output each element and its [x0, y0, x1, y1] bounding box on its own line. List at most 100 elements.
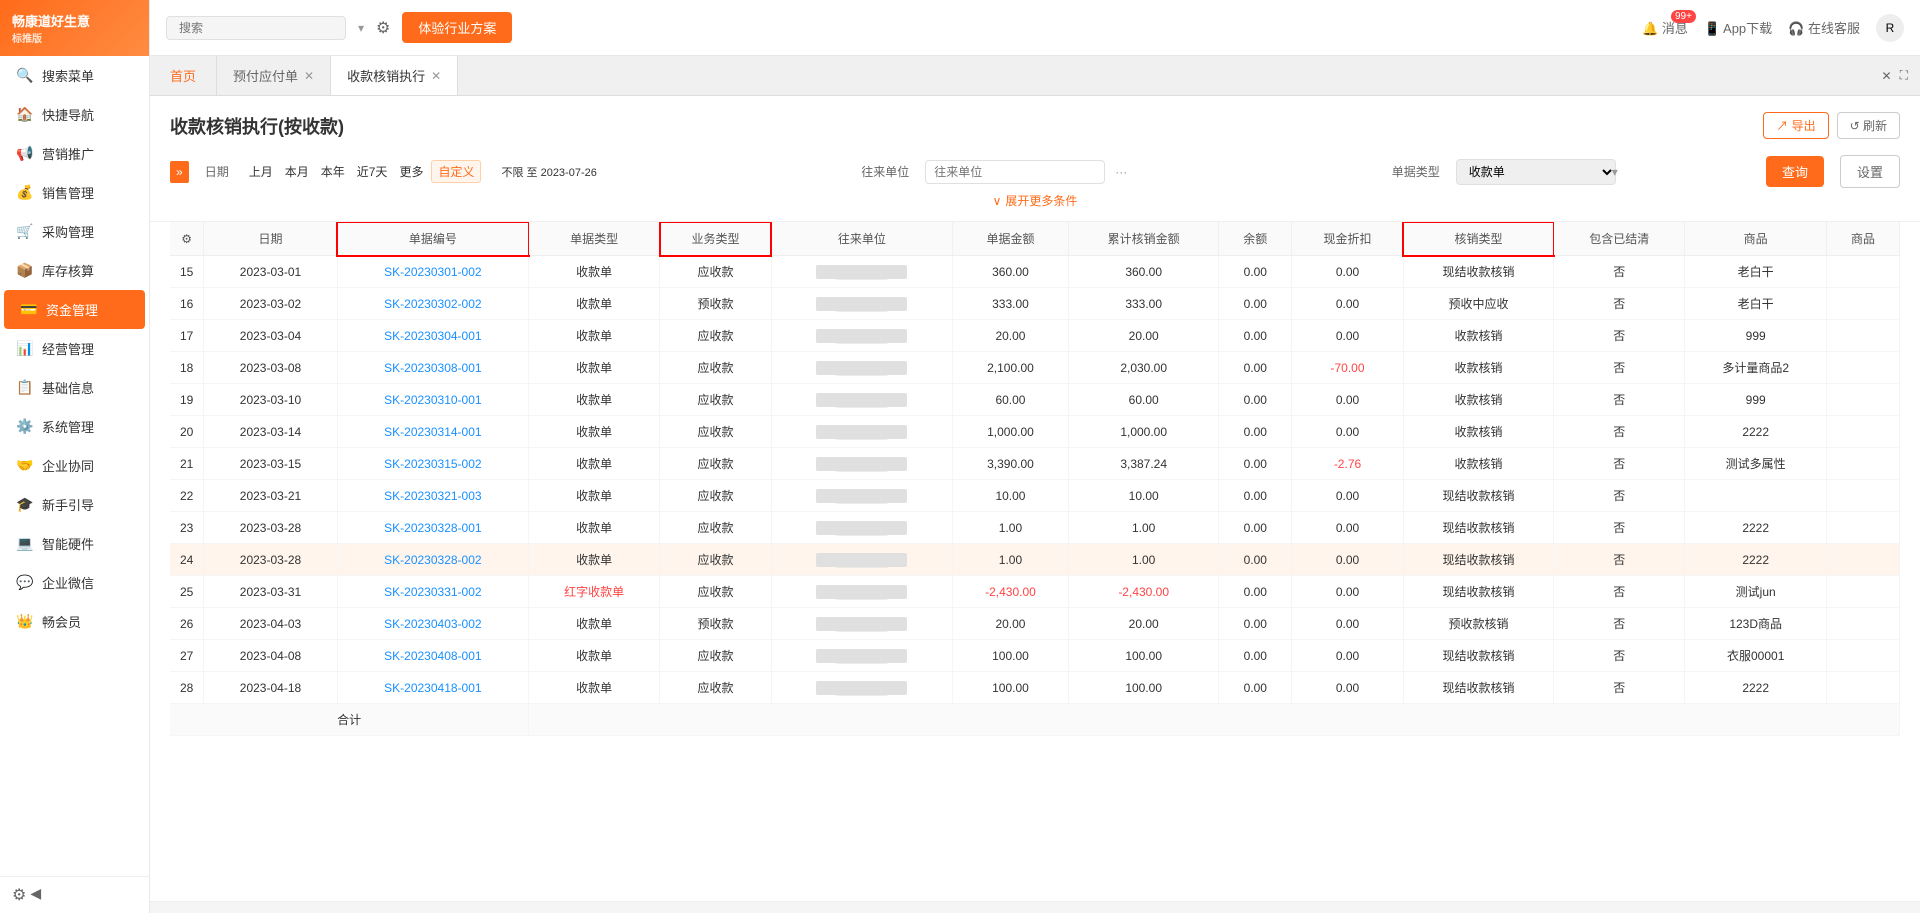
cell-date: 2023-03-28 [204, 512, 337, 544]
doc-type-select[interactable]: 收款单 付款单 全部 [1456, 159, 1616, 185]
sidebar-item-hardware[interactable]: 💻智能硬件 [0, 524, 149, 563]
sidebar-item-enterprise[interactable]: 🤝企业协同 [0, 446, 149, 485]
bill-no-link[interactable]: SK-20230304-001 [384, 329, 481, 343]
bill-no-link[interactable]: SK-20230308-001 [384, 361, 481, 375]
cell-no: 24 [170, 544, 204, 576]
sidebar-item-inventory[interactable]: 📦库存核算 [0, 251, 149, 290]
cell-verify-amount: 333.00 [1068, 288, 1218, 320]
bill-no-link[interactable]: SK-20230403-002 [384, 617, 481, 631]
cell-bill-type: 收款单 [529, 352, 660, 384]
tab-prepay-close[interactable]: ✕ [304, 69, 314, 83]
col-bill-type: 单据类型 [529, 222, 660, 256]
export-button[interactable]: ↗ 导出 [1763, 112, 1828, 139]
last-7days-btn[interactable]: 近7天 [353, 161, 392, 182]
query-button[interactable]: 查询 [1766, 156, 1824, 187]
sidebar-label-wechat: 企业微信 [42, 573, 94, 592]
cell-biz-type: 预收款 [660, 608, 772, 640]
sidebar-item-quicknav[interactable]: 🏠快捷导航 [0, 95, 149, 134]
cell-cash-discount: 0.00 [1292, 544, 1404, 576]
this-year-btn[interactable]: 本年 [317, 161, 349, 182]
cell-included: 否 [1554, 512, 1685, 544]
online-service-link[interactable]: 🎧 在线客服 [1788, 18, 1860, 37]
col-config[interactable]: ⚙ [170, 222, 204, 256]
custom-date-btn[interactable]: 自定义 [431, 160, 481, 183]
cell-partner: ██████ [771, 416, 952, 448]
partner-dots[interactable]: ··· [1115, 165, 1127, 179]
cell-amount: 1,000.00 [952, 416, 1068, 448]
bill-no-link[interactable]: SK-20230314-001 [384, 425, 481, 439]
sidebar-item-sales[interactable]: 💰销售管理 [0, 173, 149, 212]
expand-icon: ∨ [993, 194, 1002, 208]
cell-balance: 0.00 [1219, 608, 1292, 640]
sidebar-item-finance[interactable]: 💳资金管理 [4, 290, 145, 329]
sidebar-item-purchase[interactable]: 🛒采购管理 [0, 212, 149, 251]
tab-home[interactable]: 首页 [150, 56, 217, 95]
sidebar-item-member[interactable]: 👑畅会员 [0, 602, 149, 641]
total-label: 合计 [170, 704, 529, 736]
bill-no-link[interactable]: SK-20230301-002 [384, 265, 481, 279]
cell-cash-discount: 0.00 [1292, 672, 1404, 704]
industry-btn[interactable]: 体验行业方案 [402, 12, 512, 43]
search-input[interactable] [166, 16, 346, 40]
tab-collection-close[interactable]: ✕ [431, 69, 441, 83]
bill-no-link[interactable]: SK-20230331-002 [384, 585, 481, 599]
collapse-icon[interactable]: ◀ [30, 885, 41, 905]
cell-verify-type: 现结收款核销 [1403, 640, 1553, 672]
sidebar-item-system[interactable]: ⚙️系统管理 [0, 407, 149, 446]
cell-amount: 1.00 [952, 544, 1068, 576]
bill-no-link[interactable]: SK-20230302-002 [384, 297, 481, 311]
sidebar-item-wechat[interactable]: 💬企业微信 [0, 563, 149, 602]
cell-included: 否 [1554, 672, 1685, 704]
cell-bill-no: SK-20230315-002 [337, 448, 529, 480]
app-download-link[interactable]: 📱 App下载 [1704, 18, 1772, 37]
cell-included: 否 [1554, 448, 1685, 480]
cell-bill-type: 收款单 [529, 256, 660, 288]
tab-prepay[interactable]: 预付应付单 ✕ [217, 56, 331, 95]
filter-bar: » 日期 上月 本月 本年 近7天 更多 自定义 不限 至 2023-07-26… [150, 147, 1920, 222]
cell-bill-type: 收款单 [529, 512, 660, 544]
cell-goods2 [1827, 352, 1900, 384]
cell-bill-type: 收款单 [529, 672, 660, 704]
this-month-btn[interactable]: 本月 [281, 161, 313, 182]
sidebar-item-marketing[interactable]: 📢营销推广 [0, 134, 149, 173]
gear-icon[interactable]: ⚙ [376, 18, 390, 38]
sidebar-item-operation[interactable]: 📊经营管理 [0, 329, 149, 368]
cell-included: 否 [1554, 384, 1685, 416]
cell-goods2 [1827, 288, 1900, 320]
settings-button[interactable]: 设置 [1840, 155, 1900, 188]
tab-maximize-icon[interactable]: ⛶ [1900, 68, 1908, 83]
cell-verify-type: 收款核销 [1403, 352, 1553, 384]
table-scrollbar[interactable] [150, 901, 1920, 913]
tab-close-window-icon[interactable]: ✕ [1882, 69, 1892, 83]
more-date-btn[interactable]: 更多 [395, 161, 427, 182]
refresh-button[interactable]: ↺ 刷新 [1837, 112, 1900, 139]
filter-toggle-btn[interactable]: » [170, 161, 189, 183]
last-month-btn[interactable]: 上月 [245, 161, 277, 182]
table-row: 24 2023-03-28 SK-20230328-002 收款单 应收款 ██… [170, 544, 1900, 576]
cell-amount: 60.00 [952, 384, 1068, 416]
chevron-down-icon: ▾ [358, 21, 364, 35]
user-avatar[interactable]: R [1876, 14, 1904, 42]
sidebar-label-member: 畅会员 [42, 612, 81, 631]
col-bill-no: 单据编号 [337, 222, 529, 256]
bill-no-link[interactable]: SK-20230408-001 [384, 649, 481, 663]
sidebar-item-guide[interactable]: 🎓新手引导 [0, 485, 149, 524]
bill-no-link[interactable]: SK-20230328-002 [384, 553, 481, 567]
expand-conditions[interactable]: ∨ 展开更多条件 [170, 188, 1900, 213]
cell-verify-type: 预收款核销 [1403, 608, 1553, 640]
bill-no-link[interactable]: SK-20230310-001 [384, 393, 481, 407]
tab-collection[interactable]: 收款核销执行 ✕ [331, 56, 458, 95]
sidebar-item-basic[interactable]: 📋基础信息 [0, 368, 149, 407]
bill-no-link[interactable]: SK-20230328-001 [384, 521, 481, 535]
sidebar-item-search[interactable]: 🔍搜索菜单 [0, 56, 149, 95]
settings-icon[interactable]: ⚙ [12, 885, 26, 905]
message-link[interactable]: 🔔 消息 99+ [1642, 18, 1688, 37]
bill-no-link[interactable]: SK-20230418-001 [384, 681, 481, 695]
partner-input[interactable] [925, 160, 1105, 184]
cell-cash-discount: 0.00 [1292, 608, 1404, 640]
search-icon: 🔍 [16, 67, 34, 84]
export-icon: ↗ [1776, 119, 1788, 133]
bill-no-link[interactable]: SK-20230315-002 [384, 457, 481, 471]
bill-no-link[interactable]: SK-20230321-003 [384, 489, 481, 503]
cell-balance: 0.00 [1219, 352, 1292, 384]
